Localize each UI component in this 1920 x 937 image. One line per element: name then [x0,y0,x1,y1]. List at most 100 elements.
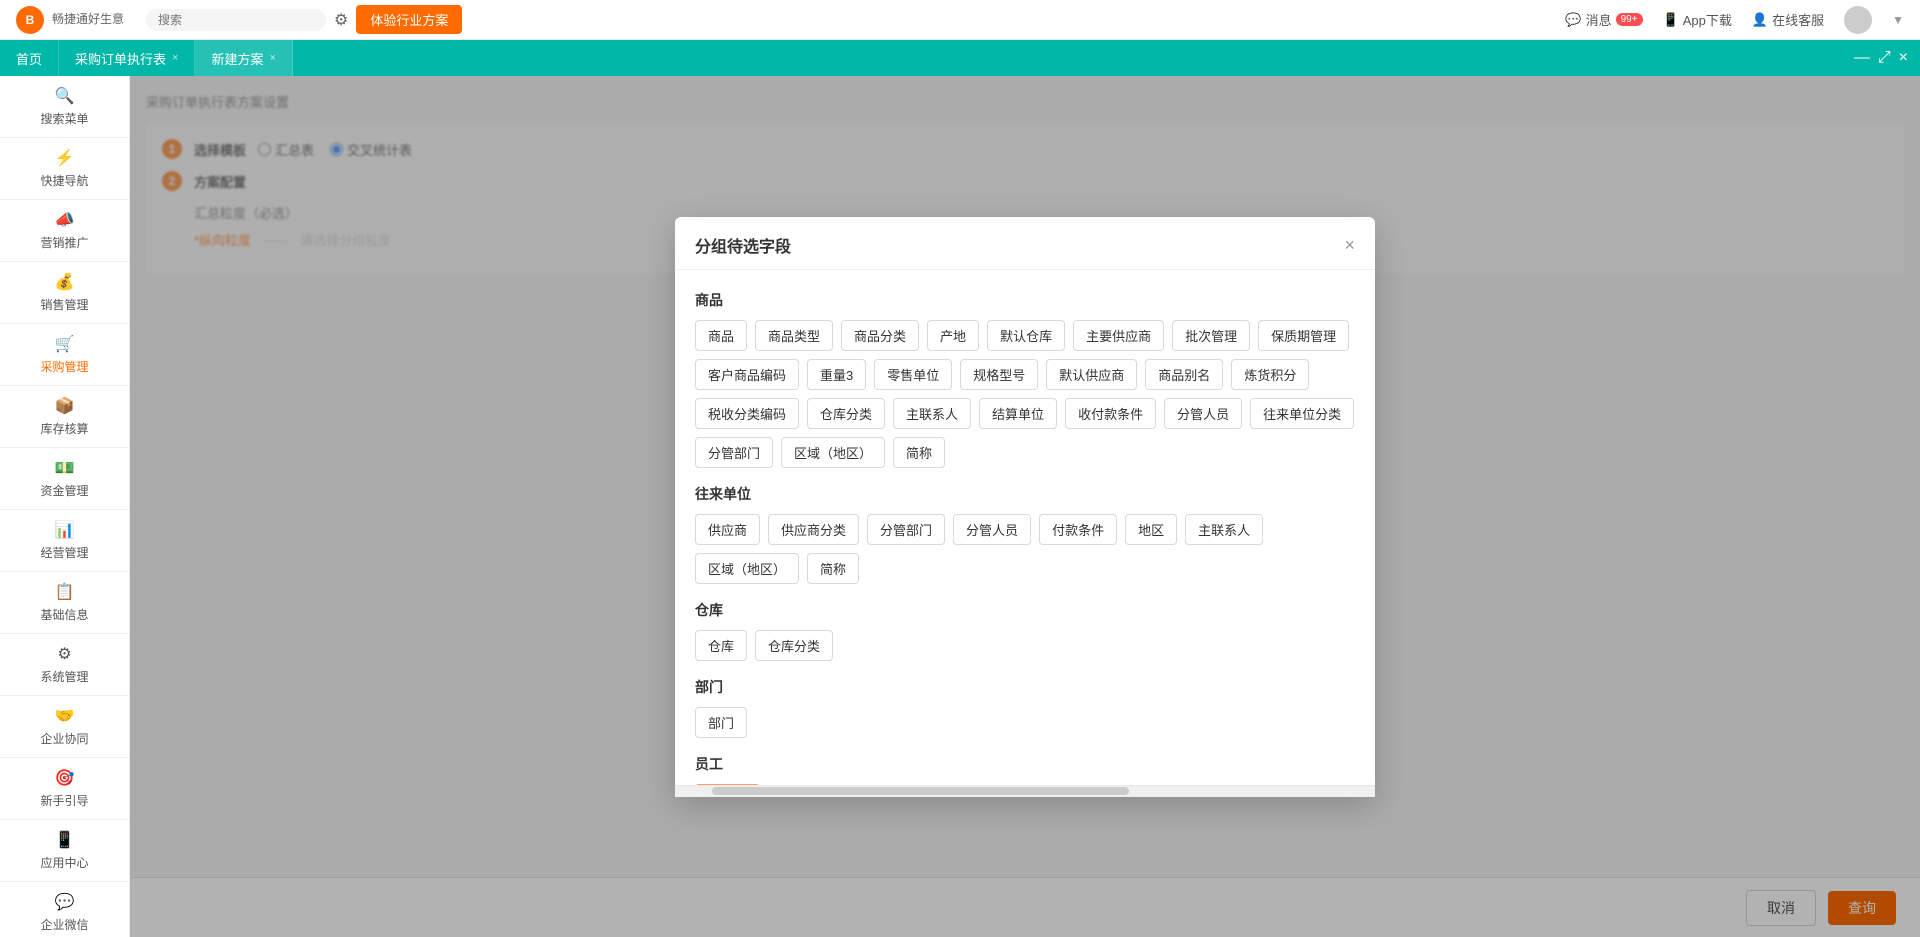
sidebar-item-enterprise-collab-label: 企业协同 [40,730,88,747]
sidebar-item-finance[interactable]: 💵 资金管理 [0,448,129,510]
field-goods-category[interactable]: 商品分类 [841,320,919,351]
field-spec-model[interactable]: 规格型号 [960,359,1038,390]
tab-purchase-order[interactable]: 采购订单执行表 × [59,40,195,76]
field-goods-type[interactable]: 商品类型 [755,320,833,351]
field-default-warehouse[interactable]: 默认仓库 [987,320,1065,351]
field-partner-supervisor[interactable]: 分管人员 [953,514,1031,545]
modal-hscroll[interactable] [675,785,1375,797]
field-supplier[interactable]: 供应商 [695,514,760,545]
app-download-item[interactable]: 📱 App下载 [1663,10,1732,29]
message-item[interactable]: 💬 消息 99+ [1565,10,1642,29]
field-default-supplier[interactable]: 默认供应商 [1046,359,1137,390]
tab-minus-icon[interactable]: — [1854,49,1870,67]
field-smelting-points[interactable]: 炼货积分 [1231,359,1309,390]
field-partner-category[interactable]: 往来单位分类 [1250,398,1354,429]
new-guide-icon: 🎯 [55,768,75,788]
online-service-item[interactable]: 👤 在线客服 [1752,10,1824,29]
field-partner-dept[interactable]: 分管部门 [867,514,945,545]
sidebar-item-inventory[interactable]: 📦 库存核算 [0,386,129,448]
search-input[interactable] [158,13,278,27]
top-header: B 畅捷通好生意 ⚙ 体验行业方案 💬 消息 99+ 📱 App下载 👤 在线客… [0,0,1920,40]
sidebar-item-basic-info[interactable]: 📋 基础信息 [0,572,129,634]
modal-overlay: 分组待选字段 × 商品 商品 商品类型 商品分类 产地 默认仓库 主要供应商 批… [130,76,1920,937]
field-area[interactable]: 地区 [1125,514,1177,545]
section-title-employee: 员工 [695,754,1355,774]
logo-text: 畅捷通好生意 [52,12,124,26]
sidebar-item-sales-label: 销售管理 [40,296,88,313]
sidebar-item-enterprise-wechat[interactable]: 💬 企业微信 [0,882,129,937]
field-dept-name[interactable]: 部门 [695,707,747,738]
tab-fullscreen-icon[interactable]: ⤢ [1878,49,1891,67]
tab-new-plan-close[interactable]: × [269,52,275,64]
enterprise-wechat-icon: 💬 [55,892,75,912]
field-goods[interactable]: 商品 [695,320,747,351]
tab-home[interactable]: 首页 [0,40,59,76]
field-partner-contact[interactable]: 主联系人 [1185,514,1263,545]
sidebar-item-system[interactable]: ⚙ 系统管理 [0,634,129,696]
sidebar-item-inventory-label: 库存核算 [40,420,88,437]
section-title-dept: 部门 [695,677,1355,697]
app-download-label: App下载 [1683,10,1732,29]
sidebar-item-new-guide-label: 新手引导 [40,792,88,809]
field-warehouse-cat[interactable]: 仓库分类 [755,630,833,661]
tab-purchase-order-close[interactable]: × [172,52,178,64]
sidebar-item-purchase-label: 采购管理 [40,358,88,375]
field-shelf-life[interactable]: 保质期管理 [1258,320,1349,351]
sidebar-item-finance-label: 资金管理 [40,482,88,499]
finance-icon: 💵 [55,458,75,478]
modal-hscroll-thumb [712,787,1130,795]
trial-button[interactable]: 体验行业方案 [356,5,462,34]
settings-icon[interactable]: ⚙ [334,10,348,30]
field-payment-terms[interactable]: 收付款条件 [1065,398,1156,429]
field-supervisor[interactable]: 分管人员 [1164,398,1242,429]
message-badge: 99+ [1616,13,1643,26]
header-right: 💬 消息 99+ 📱 App下载 👤 在线客服 ▼ [1565,6,1904,34]
main-content: 采购订单执行表方案设置 1 选择模板 汇总表 交叉统计表 2 方案配置 汇总粒度… [130,76,1920,937]
field-partner-region[interactable]: 区域（地区） [695,553,799,584]
sidebar-item-operations[interactable]: 📊 经营管理 [0,510,129,572]
sidebar-item-search[interactable]: 🔍 搜索菜单 [0,76,129,138]
modal-header: 分组待选字段 × [675,217,1375,270]
field-customer-code[interactable]: 客户商品编码 [695,359,799,390]
field-goods-alias[interactable]: 商品别名 [1145,359,1223,390]
tab-close-icon[interactable]: × [1899,49,1908,67]
avatar[interactable] [1844,6,1872,34]
field-partner-short[interactable]: 简称 [807,553,859,584]
message-label: 消息 [1586,10,1612,29]
field-supplier-category[interactable]: 供应商分类 [768,514,859,545]
sidebar-item-sales[interactable]: 💰 销售管理 [0,262,129,324]
modal-close-button[interactable]: × [1344,236,1355,254]
field-payment-cond[interactable]: 付款条件 [1039,514,1117,545]
sidebar-item-quick-nav[interactable]: ⚡ 快捷导航 [0,138,129,200]
field-short-name[interactable]: 简称 [893,437,945,468]
sidebar-item-enterprise-wechat-label: 企业微信 [40,916,88,933]
sidebar-item-enterprise-collab[interactable]: 🤝 企业协同 [0,696,129,758]
field-retail-unit[interactable]: 零售单位 [874,359,952,390]
section-title-goods: 商品 [695,290,1355,310]
field-warehouse-category[interactable]: 仓库分类 [807,398,885,429]
field-main-supplier[interactable]: 主要供应商 [1073,320,1164,351]
modal-body[interactable]: 商品 商品 商品类型 商品分类 产地 默认仓库 主要供应商 批次管理 保质期管理… [675,270,1375,785]
user-arrow[interactable]: ▼ [1892,13,1904,27]
field-main-contact[interactable]: 主联系人 [893,398,971,429]
operations-icon: 📊 [55,520,75,540]
sidebar-item-purchase[interactable]: 🛒 采购管理 [0,324,129,386]
sidebar-item-marketing[interactable]: 📣 营销推广 [0,200,129,262]
field-grid-warehouse: 仓库 仓库分类 [695,630,1355,661]
field-origin[interactable]: 产地 [927,320,979,351]
field-dept[interactable]: 分管部门 [695,437,773,468]
tab-home-label: 首页 [16,49,42,68]
field-batch-mgmt[interactable]: 批次管理 [1172,320,1250,351]
field-region[interactable]: 区域（地区） [781,437,885,468]
field-weight3[interactable]: 重量3 [807,359,866,390]
field-tax-code[interactable]: 税收分类编码 [695,398,799,429]
field-warehouse-name[interactable]: 仓库 [695,630,747,661]
logo-area: B 畅捷通好生意 [16,6,146,34]
sidebar-item-app-center[interactable]: 📱 应用中心 [0,820,129,882]
sidebar-item-new-guide[interactable]: 🎯 新手引导 [0,758,129,820]
field-grid-goods: 商品 商品类型 商品分类 产地 默认仓库 主要供应商 批次管理 保质期管理 客户… [695,320,1355,468]
field-settlement-unit[interactable]: 结算单位 [979,398,1057,429]
tab-new-plan[interactable]: 新建方案 × [195,40,292,76]
search-input-wrap[interactable] [146,9,326,31]
sidebar-item-search-label: 搜索菜单 [40,110,88,127]
